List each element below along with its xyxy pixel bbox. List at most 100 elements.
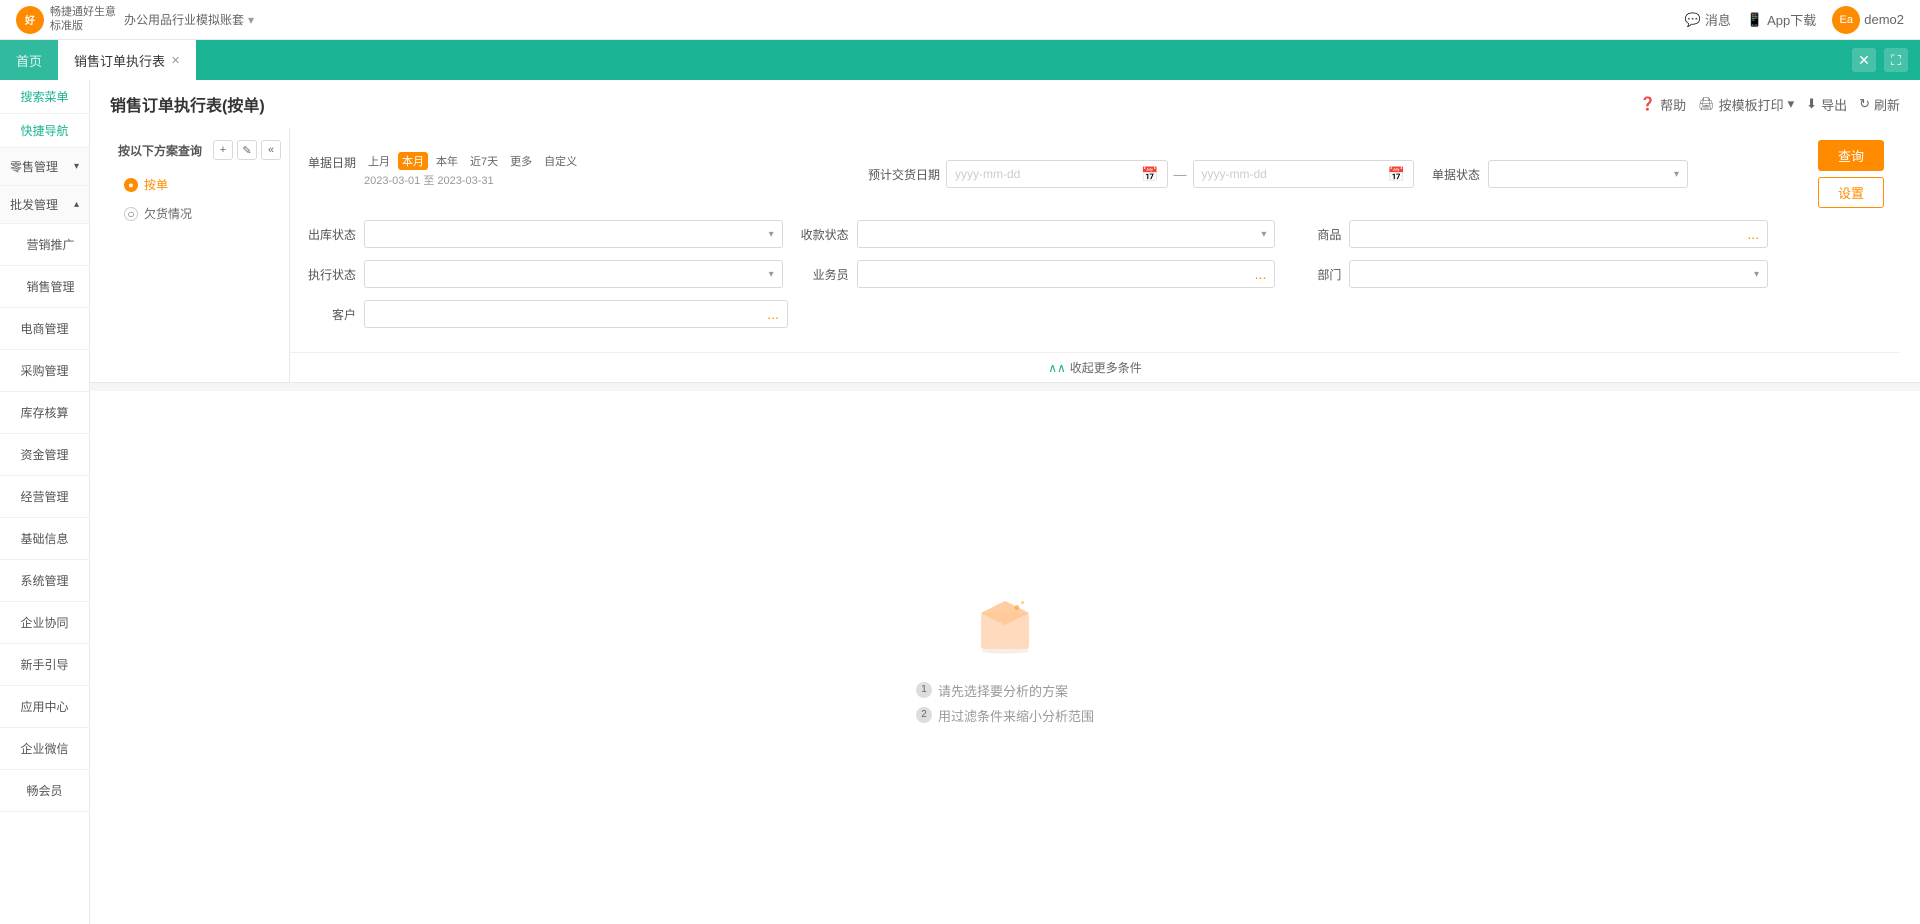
sidebar-item-apps[interactable]: 应用中心 [0, 686, 89, 728]
empty-icon [965, 585, 1045, 665]
delivery-arrow-icon: ▾ [769, 229, 774, 240]
sidebar-item-basic[interactable]: 基础信息 [0, 518, 89, 560]
filter-form: 单据日期 上月 本月 本年 近7天 更多 自定义 [290, 128, 1900, 352]
sidebar-item-inventory[interactable]: 库存核算 [0, 392, 89, 434]
page-content: 销售订单执行表(按单) ❓ 帮助 🖨 按模板打印 ▾ ⬇ 导出 [90, 80, 1920, 924]
tip-num-1: 1 [916, 682, 932, 698]
sidebar-item-retail[interactable]: 零售管理 ▾ [0, 148, 89, 186]
export-btn[interactable]: ⬇ 导出 [1806, 95, 1847, 114]
product-input[interactable]: ... [1349, 220, 1768, 248]
refresh-icon: ↻ [1859, 96, 1870, 112]
sidebar-item-purchase[interactable]: 采购管理 [0, 350, 89, 392]
sidebar-item-sales[interactable]: 销售管理 [0, 266, 89, 308]
date-tab-this-month[interactable]: 本月 [398, 152, 428, 170]
export-icon: ⬇ [1806, 96, 1817, 112]
salesperson-more-icon[interactable]: ... [1255, 266, 1267, 282]
nav-tabs: 首页 销售订单执行表 ✕ ✕ ⛶ [0, 40, 1920, 80]
scheme-panel-header: 按以下方案查询 + ✎ « [118, 140, 281, 160]
sidebar-item-operations[interactable]: 经营管理 [0, 476, 89, 518]
query-button[interactable]: 查询 [1818, 140, 1884, 171]
payment-status-select[interactable]: ▾ [857, 220, 1276, 248]
logo-text: 畅捷通好生意 标准版 [50, 6, 116, 32]
date-tab-more[interactable]: 更多 [506, 152, 536, 170]
date-tabs: 上月 本月 本年 近7天 更多 自定义 [364, 152, 852, 170]
customer-input[interactable]: ... [364, 300, 788, 328]
collapse-row: ∧∧ 收起更多条件 [290, 352, 1900, 382]
page-header: 销售订单执行表(按单) ❓ 帮助 🖨 按模板打印 ▾ ⬇ 导出 [90, 80, 1920, 383]
order-status-label: 单据状态 [1430, 166, 1480, 183]
payment-status-label: 收款状态 [799, 226, 849, 243]
customer-more-icon[interactable]: ... [767, 306, 779, 322]
tab-sales-exec-label: 销售订单执行表 [74, 51, 165, 70]
app-download-btn[interactable]: 📱 App下载 [1747, 10, 1816, 29]
cal-icon: 📅 [1141, 166, 1158, 183]
user-area[interactable]: Ea demo2 [1832, 6, 1904, 34]
date-tab-last7[interactable]: 近7天 [466, 152, 502, 170]
breadcrumb-arrow-icon: ▾ [248, 13, 254, 27]
sidebar-item-wechat[interactable]: 企业微信 [0, 728, 89, 770]
help-icon: ❓ [1640, 96, 1656, 112]
empty-tip-1: 1 请先选择要分析的方案 [916, 681, 1094, 700]
action-btns: 查询 设置 [1818, 140, 1884, 208]
sidebar-item-newbie[interactable]: 新手引导 [0, 644, 89, 686]
print-btn[interactable]: 🖨 按模板打印 ▾ [1698, 95, 1794, 114]
app-download-icon: 📱 [1747, 12, 1763, 28]
scheme-panel: 按以下方案查询 + ✎ « ● 按单 ○ 欠货情况 [110, 128, 290, 382]
top-bar-left: 好 畅捷通好生意 标准版 办公用品行业模拟账套 ▾ [16, 6, 254, 34]
sidebar-item-system[interactable]: 系统管理 [0, 560, 89, 602]
tab-home[interactable]: 首页 [0, 40, 58, 80]
logo-area: 好 畅捷通好生意 标准版 [16, 6, 116, 34]
sidebar-quick-nav[interactable]: 快捷导航 [0, 114, 89, 148]
sidebar-item-vip[interactable]: 畅会员 [0, 770, 89, 812]
cal-icon2: 📅 [1388, 166, 1405, 183]
tab-sales-exec[interactable]: 销售订单执行表 ✕ [58, 40, 196, 80]
filter-row-1: 单据日期 上月 本月 本年 近7天 更多 自定义 [306, 140, 1884, 208]
dept-arrow-icon: ▾ [1754, 269, 1759, 280]
tab-home-label: 首页 [16, 51, 42, 70]
delivery-status-select[interactable]: ▾ [364, 220, 783, 248]
scheme-item-debt[interactable]: ○ 欠货情况 [118, 199, 281, 228]
scheme-debt-dot: ○ [124, 207, 138, 221]
empty-tip-2: 2 用过滤条件来缩小分析范围 [916, 706, 1094, 725]
window-close-btn[interactable]: ✕ [1852, 48, 1876, 72]
scheme-collapse-btn[interactable]: « [261, 140, 281, 160]
dept-select[interactable]: ▾ [1349, 260, 1768, 288]
page-title: 销售订单执行表(按单) [110, 92, 265, 116]
scheme-item-order[interactable]: ● 按单 [118, 170, 281, 199]
date-field-label: 单据日期 [306, 152, 356, 171]
window-expand-btn[interactable]: ⛶ [1884, 48, 1908, 72]
tab-close-icon[interactable]: ✕ [171, 54, 180, 67]
refresh-btn[interactable]: ↻ 刷新 [1859, 95, 1900, 114]
sidebar: 搜索菜单 快捷导航 零售管理 ▾ 批发管理 ▴ 营销推广 销售管理 电商管理 采… [0, 80, 90, 924]
print-dropdown-icon: ▾ [1788, 96, 1795, 112]
product-label: 商品 [1291, 226, 1341, 243]
settings-button[interactable]: 设置 [1818, 177, 1884, 208]
product-more-icon[interactable]: ... [1747, 226, 1759, 242]
sidebar-item-marketing[interactable]: 营销推广 [0, 224, 89, 266]
message-btn[interactable]: 💬 消息 [1685, 10, 1731, 29]
expected-delivery-label: 预计交货日期 [868, 166, 940, 183]
salesperson-input[interactable]: ... [857, 260, 1276, 288]
collapse-icon: ∧∧ [1048, 361, 1066, 375]
sidebar-item-wholesale[interactable]: 批发管理 ▴ [0, 186, 89, 224]
scheme-edit-btn[interactable]: ✎ [237, 140, 257, 160]
dept-label: 部门 [1291, 266, 1341, 283]
scheme-add-btn[interactable]: + [213, 140, 233, 160]
collapse-btn[interactable]: ∧∧ 收起更多条件 [1048, 359, 1142, 376]
top-bar-right: 💬 消息 📱 App下载 Ea demo2 [1685, 6, 1904, 34]
date-tab-last-month[interactable]: 上月 [364, 152, 394, 170]
sidebar-item-enterprise[interactable]: 企业协同 [0, 602, 89, 644]
order-status-arrow-icon: ▾ [1674, 169, 1679, 180]
sidebar-item-finance[interactable]: 资金管理 [0, 434, 89, 476]
help-btn[interactable]: ❓ 帮助 [1640, 95, 1686, 114]
order-status-select[interactable]: ▾ [1488, 160, 1688, 188]
expected-delivery-start[interactable]: yyyy-mm-dd 📅 [946, 160, 1168, 188]
date-tab-custom[interactable]: 自定义 [540, 152, 581, 170]
expected-delivery-end[interactable]: yyyy-mm-dd 📅 [1193, 160, 1415, 188]
date-tab-this-year[interactable]: 本年 [432, 152, 462, 170]
sidebar-search[interactable]: 搜索菜单 [0, 80, 89, 114]
scheme-order-dot: ● [124, 178, 138, 192]
customer-label: 客户 [306, 306, 356, 323]
execution-status-select[interactable]: ▾ [364, 260, 783, 288]
sidebar-item-ecommerce[interactable]: 电商管理 [0, 308, 89, 350]
